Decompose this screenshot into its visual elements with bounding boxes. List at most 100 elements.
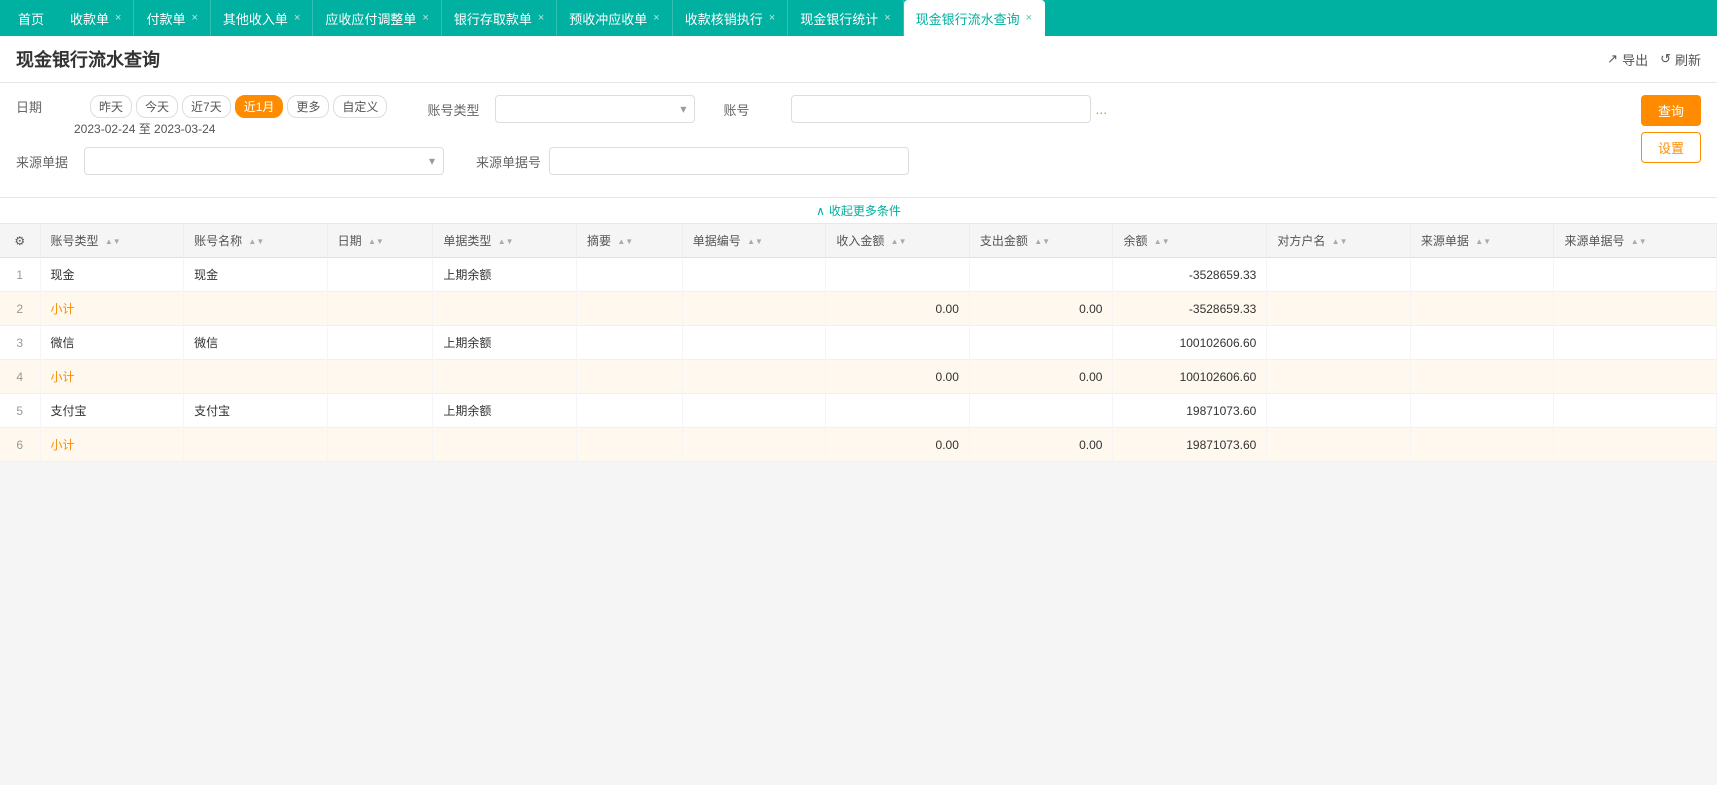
- collapse-label: 收起更多条件: [829, 202, 901, 219]
- collapse-bar[interactable]: ∧ 收起更多条件: [0, 198, 1717, 224]
- data-table-wrap: ⚙ 账号类型 ▲▼ 账号名称 ▲▼ 日期 ▲▼ 单据类型 ▲▼: [0, 224, 1717, 462]
- cell-expense: [969, 258, 1113, 292]
- cell-summary: [576, 292, 682, 326]
- cell-date: [327, 258, 433, 292]
- nav-tab-prepay[interactable]: 预收冲应收单 ×: [557, 0, 672, 36]
- nav-home[interactable]: 首页: [4, 0, 58, 36]
- date-btn-custom[interactable]: 自定义: [333, 95, 387, 118]
- source-doc-no-label: 来源单据号: [476, 152, 541, 171]
- table-row: 6小计0.000.0019871073.60: [0, 428, 1717, 462]
- cell-expense: 0.00: [969, 360, 1113, 394]
- sort-icon: ▲▼: [891, 238, 907, 246]
- cell-income: [826, 394, 970, 428]
- sort-icon: ▲▼: [105, 238, 121, 246]
- cell-summary: [576, 394, 682, 428]
- cell-doc_no: [682, 428, 826, 462]
- th-date[interactable]: 日期 ▲▼: [327, 224, 433, 258]
- th-settings[interactable]: ⚙: [0, 224, 40, 258]
- cell-summary: [576, 258, 682, 292]
- action-buttons: 查询 设置: [1641, 95, 1701, 163]
- th-counterpart[interactable]: 对方户名 ▲▼: [1267, 224, 1411, 258]
- sort-icon: ▲▼: [617, 238, 633, 246]
- cell-balance: -3528659.33: [1113, 292, 1267, 326]
- date-btn-yesterday[interactable]: 昨天: [90, 95, 132, 118]
- cell-doc_no: [682, 292, 826, 326]
- nav-tab-other-income[interactable]: 其他收入单 ×: [211, 0, 313, 36]
- cell-income: [826, 326, 970, 360]
- th-source-doc-no[interactable]: 来源单据号 ▲▼: [1554, 224, 1717, 258]
- th-income[interactable]: 收入金额 ▲▼: [826, 224, 970, 258]
- cell-balance: -3528659.33: [1113, 258, 1267, 292]
- th-source-doc[interactable]: 来源单据 ▲▼: [1410, 224, 1554, 258]
- th-summary[interactable]: 摘要 ▲▼: [576, 224, 682, 258]
- cell-source_doc_no: [1554, 394, 1717, 428]
- cell-source_doc_no: [1554, 258, 1717, 292]
- cell-counterpart: [1267, 292, 1411, 326]
- table-header-row: ⚙ 账号类型 ▲▼ 账号名称 ▲▼ 日期 ▲▼ 单据类型 ▲▼: [0, 224, 1717, 258]
- chevron-down-icon: ▾: [680, 102, 686, 116]
- row-number: 1: [0, 258, 40, 292]
- cell-source_doc: [1410, 292, 1554, 326]
- date-btn-today[interactable]: 今天: [136, 95, 178, 118]
- source-doc-select[interactable]: ▾: [84, 147, 444, 175]
- nav-tab-bank-flow[interactable]: 现金银行流水查询 ×: [904, 0, 1045, 36]
- close-icon[interactable]: ×: [115, 12, 121, 24]
- cell-doc_no: [682, 326, 826, 360]
- account-type-select[interactable]: ▾: [495, 95, 695, 123]
- query-button[interactable]: 查询: [1641, 95, 1701, 126]
- cell-doc_type: 上期余额: [433, 394, 577, 428]
- nav-tab-shoudan[interactable]: 收款单 ×: [58, 0, 134, 36]
- close-icon[interactable]: ×: [884, 12, 890, 24]
- close-icon[interactable]: ×: [538, 12, 544, 24]
- cell-date: [327, 326, 433, 360]
- source-doc-no-input[interactable]: [549, 147, 909, 175]
- page-title: 现金银行流水查询: [16, 46, 160, 72]
- nav-tab-adjust[interactable]: 应收应付调整单 ×: [313, 0, 441, 36]
- cell-counterpart: [1267, 428, 1411, 462]
- th-balance[interactable]: 余额 ▲▼: [1113, 224, 1267, 258]
- sort-icon: ▲▼: [1631, 238, 1647, 246]
- cell-expense: [969, 326, 1113, 360]
- close-icon[interactable]: ×: [769, 12, 775, 24]
- settings-button[interactable]: 设置: [1641, 132, 1701, 163]
- sort-icon: ▲▼: [1034, 238, 1050, 246]
- th-expense[interactable]: 支出金额 ▲▼: [969, 224, 1113, 258]
- nav-tab-fukudan[interactable]: 付款单 ×: [134, 0, 210, 36]
- date-btn-1month[interactable]: 近1月: [235, 95, 284, 118]
- date-btn-7days[interactable]: 近7天: [182, 95, 231, 118]
- account-input[interactable]: [791, 95, 1091, 123]
- cell-account_name: 现金: [184, 258, 328, 292]
- table-row: 4小计0.000.00100102606.60: [0, 360, 1717, 394]
- cell-income: 0.00: [826, 428, 970, 462]
- nav-tab-bank-deposit[interactable]: 银行存取款单 ×: [442, 0, 557, 36]
- close-icon[interactable]: ×: [191, 12, 197, 24]
- close-icon[interactable]: ×: [653, 12, 659, 24]
- date-btn-more[interactable]: 更多: [287, 95, 329, 118]
- th-account-name[interactable]: 账号名称 ▲▼: [184, 224, 328, 258]
- close-icon[interactable]: ×: [294, 12, 300, 24]
- th-account-type[interactable]: 账号类型 ▲▼: [40, 224, 184, 258]
- nav-tab-bank-stats[interactable]: 现金银行统计 ×: [788, 0, 903, 36]
- th-doc-no[interactable]: 单据编号 ▲▼: [682, 224, 826, 258]
- nav-tab-collection[interactable]: 收款核销执行 ×: [673, 0, 788, 36]
- account-label: 账号: [723, 100, 783, 119]
- cell-account_type: 小计: [40, 360, 184, 394]
- filter-area: 日期 昨天 今天 近7天 近1月 更多 自定义 2023-02-24 至 202…: [0, 83, 1717, 198]
- cell-doc_no: [682, 258, 826, 292]
- cell-expense: 0.00: [969, 292, 1113, 326]
- cell-counterpart: [1267, 394, 1411, 428]
- table-row: 5支付宝支付宝上期余额19871073.60: [0, 394, 1717, 428]
- export-button[interactable]: ↗ 导出: [1607, 50, 1648, 69]
- close-icon[interactable]: ×: [422, 12, 428, 24]
- account-ellipsis-btn[interactable]: ...: [1095, 101, 1107, 117]
- refresh-button[interactable]: ↺ 刷新: [1660, 50, 1701, 69]
- th-doc-type[interactable]: 单据类型 ▲▼: [433, 224, 577, 258]
- table-row: 3微信微信上期余额100102606.60: [0, 326, 1717, 360]
- cell-account_type: 小计: [40, 292, 184, 326]
- cell-account_name: 微信: [184, 326, 328, 360]
- close-icon[interactable]: ×: [1026, 12, 1032, 24]
- cell-source_doc: [1410, 258, 1554, 292]
- cell-summary: [576, 326, 682, 360]
- cell-counterpart: [1267, 258, 1411, 292]
- cell-source_doc: [1410, 428, 1554, 462]
